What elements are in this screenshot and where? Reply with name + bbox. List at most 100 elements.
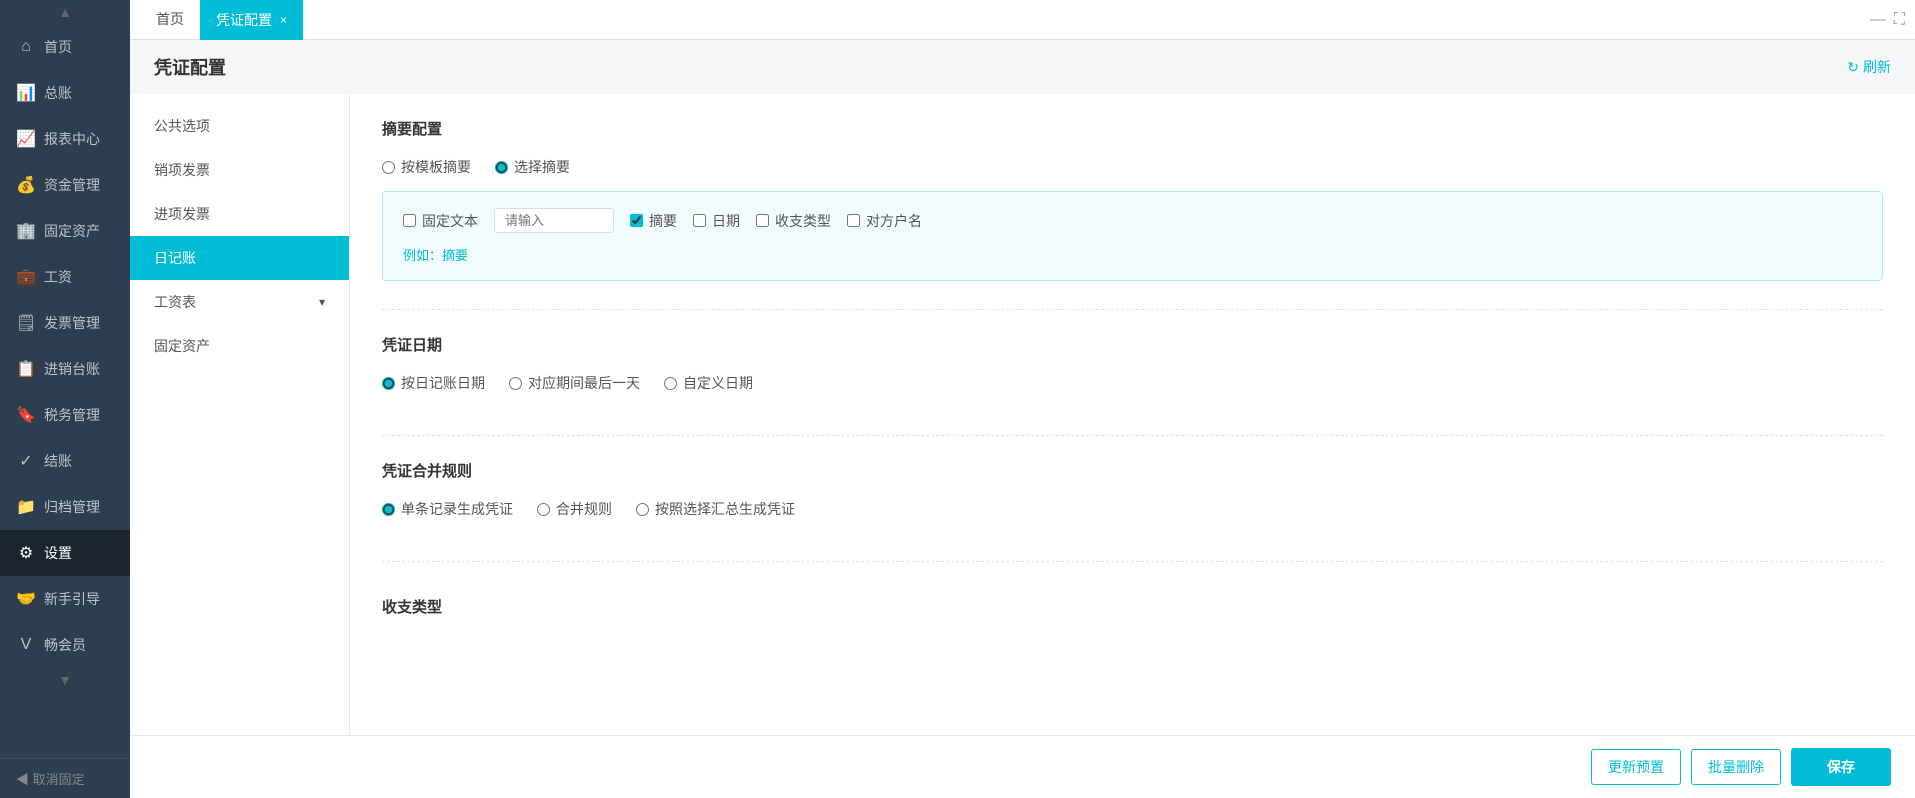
left-nav-sales-invoice[interactable]: 销项发票 <box>130 148 349 192</box>
sidebar-item-invoices-label: 发票管理 <box>44 313 100 333</box>
sidebar-item-guide[interactable]: 🤝 新手引导 <box>0 576 130 622</box>
sidebar-item-purchasesales-label: 进销台账 <box>44 359 100 379</box>
member-icon: V <box>16 636 36 654</box>
bottom-bar: 更新预置 批量删除 保存 <box>130 735 1915 798</box>
radio-template-summary[interactable]: 按模板摘要 <box>382 157 471 177</box>
funds-icon: 💰 <box>16 175 36 195</box>
page-title: 凭证配置 <box>154 54 226 80</box>
checkbox-counterparty[interactable]: 对方户名 <box>847 211 922 231</box>
tab-voucher-label: 凭证配置 <box>216 10 272 30</box>
batch-delete-button[interactable]: 批量删除 <box>1691 749 1781 785</box>
sidebar-item-reports[interactable]: 📈 报表中心 <box>0 116 130 162</box>
summary-text-input[interactable] <box>494 208 614 233</box>
tab-voucher-close[interactable]: × <box>280 13 287 27</box>
maximize-button[interactable]: ⛶ <box>1894 11 1905 29</box>
sidebar-item-home-label: 首页 <box>44 37 72 57</box>
sidebar-item-settings[interactable]: ⚙ 设置 <box>0 530 130 576</box>
merge-rules-title: 凭证合并规则 <box>382 460 1883 481</box>
sidebar-item-assets[interactable]: 🏢 固定资产 <box>0 208 130 254</box>
radio-by-date[interactable]: 按日记账日期 <box>382 373 485 393</box>
left-nav-payroll[interactable]: 工资表 ▾ <box>130 280 349 324</box>
section-income-type: 收支类型 <box>382 586 1883 663</box>
radio-by-date-input[interactable] <box>382 377 395 390</box>
radio-aggregate-label: 按照选择汇总生成凭证 <box>655 499 795 519</box>
tab-voucher[interactable]: 凭证配置 × <box>200 0 303 40</box>
checkbox-fixed-text-label: 固定文本 <box>422 211 478 231</box>
sidebar-item-tax[interactable]: 🔖 税务管理 <box>0 392 130 438</box>
radio-select-input[interactable] <box>495 161 508 174</box>
sidebar-scroll-down[interactable]: ▼ <box>0 668 130 692</box>
sidebar-item-purchasesales[interactable]: 📋 进销台账 <box>0 346 130 392</box>
checkbox-fixed-text-input[interactable] <box>403 214 416 227</box>
sidebar-item-wages[interactable]: 💼 工资 <box>0 254 130 300</box>
checkbox-summary-input[interactable] <box>630 214 643 227</box>
sidebar-item-ledger[interactable]: 📊 总账 <box>0 70 130 116</box>
chevron-down-icon: ▾ <box>319 295 325 309</box>
left-nav-fixed-assets-label: 固定资产 <box>154 336 210 356</box>
sidebar-item-invoices[interactable]: 🗒 发票管理 <box>0 300 130 346</box>
radio-custom-date[interactable]: 自定义日期 <box>664 373 753 393</box>
radio-last-day-input[interactable] <box>509 377 522 390</box>
summary-title: 摘要配置 <box>382 118 1883 139</box>
section-summary: 摘要配置 按模板摘要 选择摘要 <box>382 118 1883 310</box>
refresh-button[interactable]: ↻ 刷新 <box>1847 57 1891 77</box>
voucher-date-radio-group: 按日记账日期 对应期间最后一天 自定义日期 <box>382 373 1883 393</box>
sidebar-item-wages-label: 工资 <box>44 267 72 287</box>
right-panel: 摘要配置 按模板摘要 选择摘要 <box>350 94 1915 735</box>
sidebar-item-guide-label: 新手引导 <box>44 589 100 609</box>
radio-last-day[interactable]: 对应期间最后一天 <box>509 373 640 393</box>
radio-select-label: 选择摘要 <box>514 157 570 177</box>
checkbox-date[interactable]: 日期 <box>693 211 740 231</box>
radio-custom-date-input[interactable] <box>664 377 677 390</box>
radio-merge-label: 合并规则 <box>556 499 612 519</box>
section-voucher-date: 凭证日期 按日记账日期 对应期间最后一天 自定义日期 <box>382 334 1883 436</box>
left-nav-fixed-assets[interactable]: 固定资产 <box>130 324 349 368</box>
radio-merge[interactable]: 合并规则 <box>537 499 612 519</box>
left-nav-sales-invoice-label: 销项发票 <box>154 160 210 180</box>
update-preview-button[interactable]: 更新预置 <box>1591 749 1681 785</box>
radio-select-summary[interactable]: 选择摘要 <box>495 157 570 177</box>
radio-aggregate[interactable]: 按照选择汇总生成凭证 <box>636 499 795 519</box>
left-nav-diary[interactable]: 日记账 <box>130 236 349 280</box>
sidebar-item-home[interactable]: ⌂ 首页 <box>0 24 130 70</box>
sidebar-item-funds[interactable]: 💰 资金管理 <box>0 162 130 208</box>
radio-merge-input[interactable] <box>537 503 550 516</box>
sidebar-item-member[interactable]: V 畅会员 <box>0 622 130 668</box>
tab-home[interactable]: 首页 <box>140 0 200 40</box>
wages-icon: 💼 <box>16 267 36 287</box>
minimize-button[interactable]: — <box>1870 11 1886 29</box>
radio-single-input[interactable] <box>382 503 395 516</box>
settings-icon: ⚙ <box>16 543 36 563</box>
checkbox-date-input[interactable] <box>693 214 706 227</box>
sidebar-item-member-label: 畅会员 <box>44 635 86 655</box>
checkbox-income-type-label: 收支类型 <box>775 211 831 231</box>
radio-template-input[interactable] <box>382 161 395 174</box>
sidebar-item-archive[interactable]: 📁 归档管理 <box>0 484 130 530</box>
page-header: 凭证配置 ↻ 刷新 <box>130 40 1915 94</box>
purchasesales-icon: 📋 <box>16 359 36 379</box>
checkbox-income-type[interactable]: 收支类型 <box>756 211 831 231</box>
checkbox-counterparty-input[interactable] <box>847 214 860 227</box>
save-button[interactable]: 保存 <box>1791 748 1891 786</box>
checkbox-summary[interactable]: 摘要 <box>630 211 677 231</box>
sidebar-unpin-button[interactable]: ◀ 取消固定 <box>0 758 130 798</box>
checkbox-fixed-text[interactable]: 固定文本 <box>403 211 478 231</box>
tax-icon: 🔖 <box>16 405 36 425</box>
sidebar-scroll-up[interactable]: ▲ <box>0 0 130 24</box>
tab-bar: 首页 凭证配置 × — ⛶ <box>130 0 1915 40</box>
left-nav-payroll-label: 工资表 <box>154 292 196 312</box>
guide-icon: 🤝 <box>16 589 36 609</box>
radio-single[interactable]: 单条记录生成凭证 <box>382 499 513 519</box>
radio-template-label: 按模板摘要 <box>401 157 471 177</box>
checkbox-income-type-input[interactable] <box>756 214 769 227</box>
radio-aggregate-input[interactable] <box>636 503 649 516</box>
reports-icon: 📈 <box>16 129 36 149</box>
radio-custom-date-label: 自定义日期 <box>683 373 753 393</box>
sidebar-item-settle[interactable]: ✓ 结账 <box>0 438 130 484</box>
left-nav-public[interactable]: 公共选项 <box>130 104 349 148</box>
voucher-date-title: 凭证日期 <box>382 334 1883 355</box>
sidebar-footer-label: 取消固定 <box>33 772 85 787</box>
checkbox-date-label: 日期 <box>712 211 740 231</box>
refresh-icon: ↻ <box>1847 59 1859 76</box>
left-nav-purchase-invoice[interactable]: 进项发票 <box>130 192 349 236</box>
